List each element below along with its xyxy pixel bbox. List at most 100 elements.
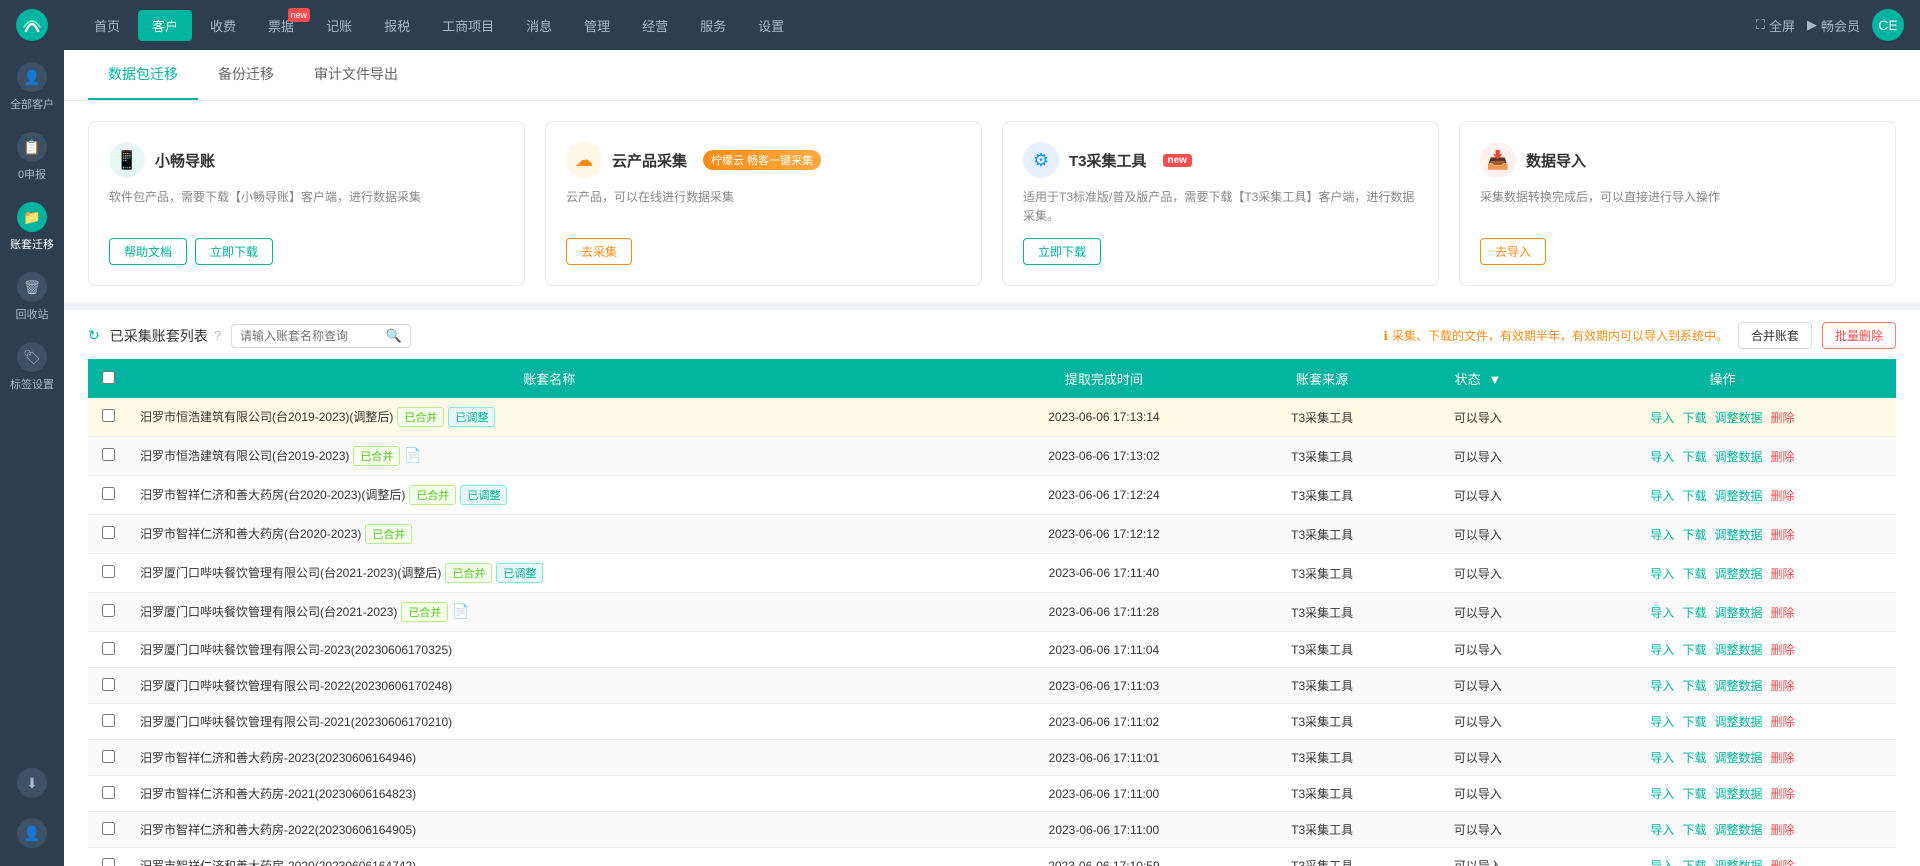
sidebar-item-recycle[interactable]: 🗑 回收站 bbox=[0, 260, 64, 330]
action-下载[interactable]: 下载 bbox=[1682, 643, 1706, 657]
nav-manage[interactable]: 管理 bbox=[570, 10, 624, 41]
action-删除[interactable]: 删除 bbox=[1770, 606, 1794, 620]
sidebar-item-user[interactable]: 👤 bbox=[0, 806, 64, 856]
action-下载[interactable]: 下载 bbox=[1682, 787, 1706, 801]
action-删除[interactable]: 删除 bbox=[1770, 823, 1794, 837]
action-导入[interactable]: 导入 bbox=[1650, 450, 1674, 464]
action-导入[interactable]: 导入 bbox=[1650, 411, 1674, 425]
action-下载[interactable]: 下载 bbox=[1682, 751, 1706, 765]
list-help-icon[interactable]: ? bbox=[214, 328, 221, 343]
action-调整数据[interactable]: 调整数据 bbox=[1714, 567, 1762, 581]
action-调整数据[interactable]: 调整数据 bbox=[1714, 489, 1762, 503]
action-下载[interactable]: 下载 bbox=[1682, 606, 1706, 620]
nav-message[interactable]: 消息 bbox=[512, 10, 566, 41]
action-删除[interactable]: 删除 bbox=[1770, 489, 1794, 503]
action-调整数据[interactable]: 调整数据 bbox=[1714, 606, 1762, 620]
row-checkbox[interactable] bbox=[102, 750, 115, 763]
action-导入[interactable]: 导入 bbox=[1650, 489, 1674, 503]
row-checkbox[interactable] bbox=[102, 487, 115, 500]
nav-accounting[interactable]: 记账 bbox=[312, 10, 366, 41]
row-checkbox[interactable] bbox=[102, 822, 115, 835]
sidebar-item-all-clients[interactable]: 👤 全部客户 bbox=[0, 50, 64, 120]
nav-invoice[interactable]: 票据 new bbox=[254, 10, 308, 41]
action-导入[interactable]: 导入 bbox=[1650, 751, 1674, 765]
action-导入[interactable]: 导入 bbox=[1650, 715, 1674, 729]
merge-button[interactable]: 合并账套 bbox=[1738, 322, 1812, 349]
row-checkbox[interactable] bbox=[102, 604, 115, 617]
action-下载[interactable]: 下载 bbox=[1682, 679, 1706, 693]
action-导入[interactable]: 导入 bbox=[1650, 823, 1674, 837]
refresh-icon[interactable]: ↻ bbox=[88, 327, 100, 344]
action-调整数据[interactable]: 调整数据 bbox=[1714, 450, 1762, 464]
action-下载[interactable]: 下载 bbox=[1682, 859, 1706, 866]
action-导入[interactable]: 导入 bbox=[1650, 787, 1674, 801]
action-下载[interactable]: 下载 bbox=[1682, 528, 1706, 542]
row-checkbox[interactable] bbox=[102, 678, 115, 691]
action-删除[interactable]: 删除 bbox=[1770, 715, 1794, 729]
action-下载[interactable]: 下载 bbox=[1682, 411, 1706, 425]
action-删除[interactable]: 删除 bbox=[1770, 643, 1794, 657]
status-filter-icon[interactable]: ▼ bbox=[1488, 372, 1501, 387]
action-调整数据[interactable]: 调整数据 bbox=[1714, 679, 1762, 693]
nav-service[interactable]: 服务 bbox=[686, 10, 740, 41]
row-checkbox[interactable] bbox=[102, 409, 115, 422]
download-t3-button[interactable]: 立即下载 bbox=[1023, 238, 1101, 265]
tab-backup-migration[interactable]: 备份迁移 bbox=[198, 50, 294, 100]
action-删除[interactable]: 删除 bbox=[1770, 450, 1794, 464]
action-调整数据[interactable]: 调整数据 bbox=[1714, 715, 1762, 729]
download-now-button[interactable]: 立即下载 bbox=[195, 238, 273, 265]
search-input[interactable] bbox=[240, 329, 382, 343]
action-删除[interactable]: 删除 bbox=[1770, 859, 1794, 866]
action-调整数据[interactable]: 调整数据 bbox=[1714, 528, 1762, 542]
action-删除[interactable]: 删除 bbox=[1770, 751, 1794, 765]
sidebar-item-zero-report[interactable]: 📋 0申报 bbox=[0, 120, 64, 190]
action-删除[interactable]: 删除 bbox=[1770, 787, 1794, 801]
row-checkbox[interactable] bbox=[102, 526, 115, 539]
action-下载[interactable]: 下载 bbox=[1682, 489, 1706, 503]
action-导入[interactable]: 导入 bbox=[1650, 528, 1674, 542]
action-删除[interactable]: 删除 bbox=[1770, 411, 1794, 425]
sidebar-item-account-migration[interactable]: 📁 账套迁移 bbox=[0, 190, 64, 260]
vip-button[interactable]: ▶ 畅会员 bbox=[1807, 16, 1860, 35]
help-doc-button[interactable]: 帮助文档 bbox=[109, 238, 187, 265]
sidebar-item-download[interactable]: ⬇ bbox=[0, 756, 64, 806]
nav-customer[interactable]: 客户 bbox=[138, 10, 192, 41]
action-调整数据[interactable]: 调整数据 bbox=[1714, 787, 1762, 801]
fullscreen-button[interactable]: ⛶ 全屏 bbox=[1756, 16, 1795, 35]
action-调整数据[interactable]: 调整数据 bbox=[1714, 859, 1762, 866]
row-checkbox[interactable] bbox=[102, 714, 115, 727]
nav-home[interactable]: 首页 bbox=[80, 10, 134, 41]
action-调整数据[interactable]: 调整数据 bbox=[1714, 643, 1762, 657]
nav-settings[interactable]: 设置 bbox=[744, 10, 798, 41]
action-导入[interactable]: 导入 bbox=[1650, 567, 1674, 581]
action-导入[interactable]: 导入 bbox=[1650, 643, 1674, 657]
action-导入[interactable]: 导入 bbox=[1650, 679, 1674, 693]
go-import-button[interactable]: 去导入 bbox=[1480, 238, 1546, 265]
nav-fees[interactable]: 收费 bbox=[196, 10, 250, 41]
row-checkbox[interactable] bbox=[102, 786, 115, 799]
action-下载[interactable]: 下载 bbox=[1682, 823, 1706, 837]
action-调整数据[interactable]: 调整数据 bbox=[1714, 823, 1762, 837]
go-collect-button[interactable]: 去采集 bbox=[566, 238, 632, 265]
row-checkbox[interactable] bbox=[102, 448, 115, 461]
search-icon[interactable]: 🔍 bbox=[386, 328, 402, 344]
action-调整数据[interactable]: 调整数据 bbox=[1714, 751, 1762, 765]
tab-data-migration[interactable]: 数据包迁移 bbox=[88, 50, 198, 100]
select-all-checkbox[interactable] bbox=[102, 371, 115, 384]
action-删除[interactable]: 删除 bbox=[1770, 528, 1794, 542]
action-下载[interactable]: 下载 bbox=[1682, 567, 1706, 581]
action-下载[interactable]: 下载 bbox=[1682, 450, 1706, 464]
row-checkbox[interactable] bbox=[102, 858, 115, 866]
sidebar-item-tag-settings[interactable]: 🏷 标签设置 bbox=[0, 330, 64, 400]
row-checkbox[interactable] bbox=[102, 565, 115, 578]
action-导入[interactable]: 导入 bbox=[1650, 859, 1674, 866]
action-删除[interactable]: 删除 bbox=[1770, 567, 1794, 581]
row-checkbox[interactable] bbox=[102, 642, 115, 655]
avatar[interactable]: CE bbox=[1872, 9, 1904, 41]
nav-tax[interactable]: 报税 bbox=[370, 10, 424, 41]
action-调整数据[interactable]: 调整数据 bbox=[1714, 411, 1762, 425]
action-导入[interactable]: 导入 bbox=[1650, 606, 1674, 620]
tab-audit-export[interactable]: 审计文件导出 bbox=[294, 50, 418, 100]
nav-bizproject[interactable]: 工商项目 bbox=[428, 10, 508, 41]
action-下载[interactable]: 下载 bbox=[1682, 715, 1706, 729]
